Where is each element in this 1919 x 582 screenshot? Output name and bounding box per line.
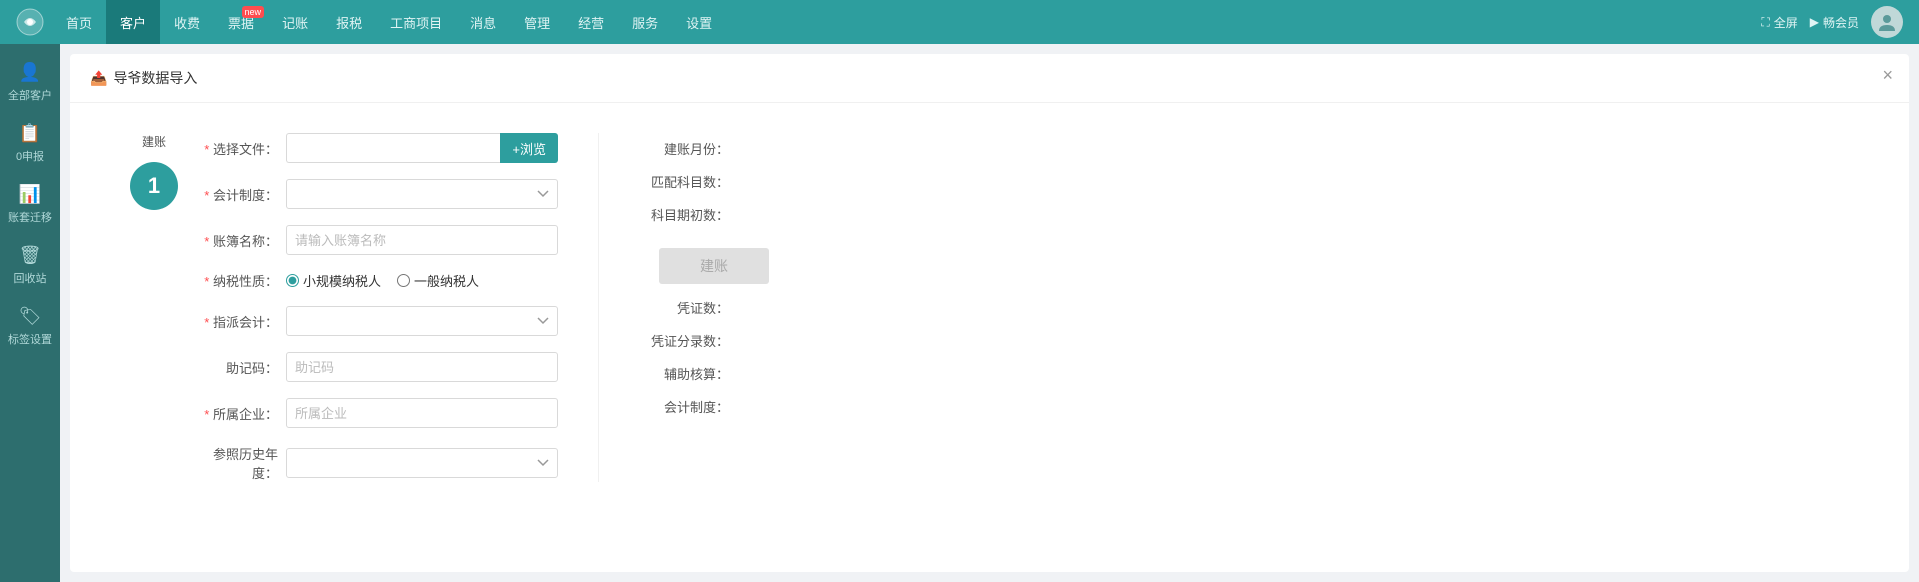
build-button[interactable]: 建账	[659, 248, 769, 284]
select-file-row: * 选择文件： +浏览	[198, 133, 558, 163]
nav-item-operation[interactable]: 经营	[564, 0, 618, 44]
file-input-wrap: +浏览	[286, 133, 558, 163]
voucher-count-row: 凭证数：	[639, 298, 1849, 317]
tax-type-radio-group: 小规模纳税人 一般纳税人	[286, 271, 479, 290]
nav-items: 首页 客户 收费 票据 new 记账 报税 工商项目 消息 管理 经营 服务 设…	[52, 0, 1761, 44]
nav-item-home[interactable]: 首页	[52, 0, 106, 44]
ledger-name-row: * 账簿名称：	[198, 225, 558, 255]
panel-title: 导爷数据导入	[113, 68, 197, 88]
form-fields: * 选择文件： +浏览 * 会计制度：	[198, 133, 558, 482]
subject-initial-label: 科目期初数：	[639, 205, 729, 224]
accounting-system-info-label: 会计制度：	[639, 397, 729, 416]
accounting-system-row: * 会计制度：	[198, 179, 558, 209]
auxiliary-accounting-label: 辅助核算：	[639, 364, 729, 383]
sidebar-item-tag-settings[interactable]: 🏷 标签设置	[0, 296, 60, 357]
customers-icon: 👤	[19, 62, 41, 83]
vip-button[interactable]: ▶ 畅会员	[1810, 14, 1859, 31]
reference-year-label: 参照历史年度：	[198, 444, 278, 482]
tax-type-row: * 纳税性质： 小规模纳税人 一般纳税人	[198, 271, 558, 290]
avatar[interactable]	[1871, 6, 1903, 38]
accounting-system-label: * 会计制度：	[198, 185, 278, 204]
build-month-label: 建账月份：	[639, 139, 729, 158]
nav-item-business[interactable]: 工商项目	[376, 0, 456, 44]
reference-year-select[interactable]	[286, 448, 558, 478]
sidebar-item-all-customers[interactable]: 👤 全部客户	[0, 52, 60, 113]
memo-code-input[interactable]	[286, 352, 558, 382]
auxiliary-accounting-row: 辅助核算：	[639, 364, 1849, 383]
nav-item-ledger[interactable]: 记账	[268, 0, 322, 44]
panel: 📤 导爷数据导入 × 建账 1 * 选择文件：	[70, 54, 1909, 572]
tax-type-label: * 纳税性质：	[198, 271, 278, 290]
step-circle: 1	[130, 162, 178, 210]
sidebar-item-recycle[interactable]: 🗑 回收站	[0, 235, 60, 296]
form-left: 建账 1 * 选择文件： +浏览	[130, 133, 558, 482]
nav-item-invoice[interactable]: 票据 new	[214, 0, 268, 44]
top-nav: 首页 客户 收费 票据 new 记账 报税 工商项目 消息 管理 经营 服务 设…	[0, 0, 1919, 44]
assign-accountant-select[interactable]	[286, 306, 558, 336]
company-label: * 所属企业：	[198, 404, 278, 423]
recycle-icon: 🗑	[19, 245, 42, 266]
tag-icon: 🏷	[19, 306, 42, 327]
nav-item-service[interactable]: 服务	[618, 0, 672, 44]
small-taxpayer-radio[interactable]	[286, 274, 299, 287]
sidebar-item-declaration[interactable]: 📋 0申报	[0, 113, 60, 174]
reference-year-row: 参照历史年度：	[198, 444, 558, 482]
ledger-name-label: * 账簿名称：	[198, 231, 278, 250]
assign-accountant-label: * 指派会计：	[198, 312, 278, 331]
ledger-icon: 📊	[19, 184, 41, 205]
subject-initial-row: 科目期初数：	[639, 205, 1849, 224]
voucher-count-label: 凭证数：	[639, 298, 729, 317]
match-subjects-label: 匹配科目数：	[639, 172, 729, 191]
new-badge: new	[242, 6, 265, 18]
nav-item-fee[interactable]: 收费	[160, 0, 214, 44]
sidebar-item-ledger-migration[interactable]: 📊 账套迁移	[0, 174, 60, 235]
ledger-name-input[interactable]	[286, 225, 558, 255]
nav-item-settings[interactable]: 设置	[672, 0, 726, 44]
form-area: 建账 1 * 选择文件： +浏览	[70, 103, 1909, 512]
side-nav: 👤 全部客户 📋 0申报 📊 账套迁移 🗑 回收站 🏷 标签设置	[0, 44, 60, 582]
memo-code-label: 助记码：	[198, 358, 278, 377]
general-taxpayer-radio[interactable]	[397, 274, 410, 287]
nav-item-tax[interactable]: 报税	[322, 0, 376, 44]
browse-button[interactable]: +浏览	[500, 133, 558, 163]
close-button[interactable]: ×	[1882, 66, 1893, 84]
voucher-entries-row: 凭证分录数：	[639, 331, 1849, 350]
main-content: 📤 导爷数据导入 × 建账 1 * 选择文件：	[60, 44, 1919, 582]
select-file-label: * 选择文件：	[198, 139, 278, 158]
panel-header: 📤 导爷数据导入	[70, 54, 1909, 103]
step-label: 建账	[142, 133, 166, 150]
company-input[interactable]	[286, 398, 558, 428]
logo[interactable]	[8, 0, 52, 44]
nav-item-manage[interactable]: 管理	[510, 0, 564, 44]
general-taxpayer-option[interactable]: 一般纳税人	[397, 271, 479, 290]
nav-item-customer[interactable]: 客户	[106, 0, 160, 44]
small-taxpayer-option[interactable]: 小规模纳税人	[286, 271, 381, 290]
nav-right: ⛶ 全屏 ▶ 畅会员	[1761, 6, 1903, 38]
match-subjects-row: 匹配科目数：	[639, 172, 1849, 191]
voucher-entries-label: 凭证分录数：	[639, 331, 729, 350]
accounting-system-info-row: 会计制度：	[639, 397, 1849, 416]
play-icon: ▶	[1810, 15, 1819, 29]
assign-accountant-row: * 指派会计：	[198, 306, 558, 336]
build-month-row: 建账月份：	[639, 139, 1849, 158]
company-row: * 所属企业：	[198, 398, 558, 428]
fullscreen-icon: ⛶	[1761, 15, 1769, 30]
form-right: 建账月份： 匹配科目数： 科目期初数： 建账 凭证数： 凭证分	[598, 133, 1849, 482]
file-input[interactable]	[286, 133, 500, 163]
fullscreen-button[interactable]: ⛶ 全屏	[1761, 14, 1797, 31]
import-icon: 📤	[90, 70, 107, 87]
accounting-system-select[interactable]	[286, 179, 558, 209]
declaration-icon: 📋	[19, 123, 41, 144]
memo-code-row: 助记码：	[198, 352, 558, 382]
nav-item-message[interactable]: 消息	[456, 0, 510, 44]
